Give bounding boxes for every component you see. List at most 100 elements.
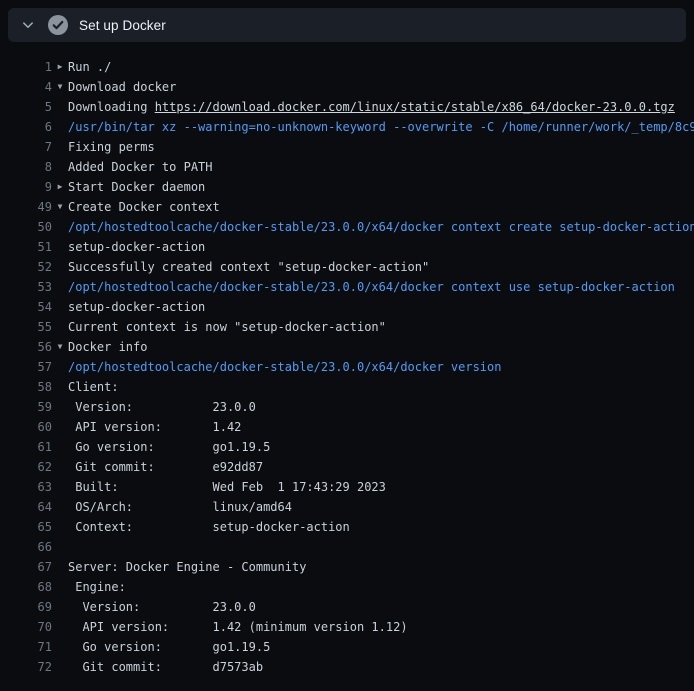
caret-spacer [52,397,68,417]
line-number[interactable]: 72 [0,657,52,677]
log-plain-text: Successfully created context "setup-dock… [68,260,429,274]
check-circle-icon [48,15,68,35]
line-number[interactable]: 54 [0,297,52,317]
log-text: /usr/bin/tar xz --warning=no-unknown-key… [68,117,694,137]
line-number[interactable]: 71 [0,637,52,657]
log-plain-text: Version: 23.0.0 [68,400,256,414]
line-number[interactable]: 63 [0,477,52,497]
log-line: 5 Downloading https://download.docker.com… [0,97,694,117]
line-number[interactable]: 8 [0,157,52,177]
log-container: 1▶Run ./4▼Download docker5Downloading ht… [0,42,694,677]
log-group-title[interactable]: Start Docker daemon [68,177,694,197]
log-line: 1▶Run ./ [0,57,694,77]
log-text: OS/Arch: linux/amd64 [68,497,694,517]
log-line: 58 Client: [0,377,694,397]
log-line: 56▼Docker info [0,337,694,357]
line-number[interactable]: 59 [0,397,52,417]
log-link[interactable]: https://download.docker.com/linux/static… [155,100,675,114]
line-number[interactable]: 69 [0,597,52,617]
chevron-down-icon[interactable] [20,17,36,33]
caret-spacer [52,537,68,557]
log-plain-text: Git commit: d7573ab [68,660,263,674]
caret-spacer [52,457,68,477]
log-plain-text: API version: 1.42 [68,420,241,434]
line-number[interactable]: 68 [0,577,52,597]
log-text: API version: 1.42 (minimum version 1.12) [68,617,694,637]
log-line: 65 Context: setup-docker-action [0,517,694,537]
line-number[interactable]: 53 [0,277,52,297]
line-number[interactable]: 61 [0,437,52,457]
line-number[interactable]: 6 [0,117,52,137]
log-plain-text: Download docker [68,80,176,94]
log-text: Added Docker to PATH [68,157,694,177]
log-line: 51 setup-docker-action [0,237,694,257]
log-plain-text: Fixing perms [68,140,155,154]
log-plain-text: Downloading [68,100,155,114]
log-group-title[interactable]: Download docker [68,77,694,97]
line-number[interactable]: 56 [0,337,52,357]
log-group-title[interactable]: Create Docker context [68,197,694,217]
log-line: 50/opt/hostedtoolcache/docker-stable/23.… [0,217,694,237]
line-number[interactable]: 67 [0,557,52,577]
log-line: 66 [0,537,694,557]
caret-spacer [52,437,68,457]
log-plain-text: Go version: go1.19.5 [68,640,270,654]
line-number[interactable]: 57 [0,357,52,377]
log-command-text: /opt/hostedtoolcache/docker-stable/23.0.… [68,280,675,294]
log-line: 67 Server: Docker Engine - Community [0,557,694,577]
triangle-down-icon[interactable]: ▼ [52,197,68,217]
caret-spacer [52,357,68,377]
log-line: 60 API version: 1.42 [0,417,694,437]
line-number[interactable]: 64 [0,497,52,517]
line-number[interactable]: 58 [0,377,52,397]
log-line: 72 Git commit: d7573ab [0,657,694,677]
triangle-right-icon[interactable]: ▶ [52,177,68,197]
caret-spacer [52,97,68,117]
log-line: 53/opt/hostedtoolcache/docker-stable/23.… [0,277,694,297]
triangle-right-icon[interactable]: ▶ [52,57,68,77]
log-line: 69 Version: 23.0.0 [0,597,694,617]
caret-spacer [52,257,68,277]
log-group-title[interactable]: Run ./ [68,57,694,77]
line-number[interactable]: 4 [0,77,52,97]
log-plain-text: Go version: go1.19.5 [68,440,270,454]
log-line: 68 Engine: [0,577,694,597]
triangle-down-icon[interactable]: ▼ [52,77,68,97]
log-line: 63 Built: Wed Feb 1 17:43:29 2023 [0,477,694,497]
line-number[interactable]: 9 [0,177,52,197]
line-number[interactable]: 49 [0,197,52,217]
log-text: Successfully created context "setup-dock… [68,257,694,277]
line-number[interactable]: 7 [0,137,52,157]
line-number[interactable]: 65 [0,517,52,537]
line-number[interactable]: 55 [0,317,52,337]
line-number[interactable]: 51 [0,237,52,257]
log-plain-text: Context: setup-docker-action [68,520,350,534]
log-line: 9▶Start Docker daemon [0,177,694,197]
log-line: 62 Git commit: e92dd87 [0,457,694,477]
line-number[interactable]: 50 [0,217,52,237]
line-number[interactable]: 5 [0,97,52,117]
caret-spacer [52,497,68,517]
step-header[interactable]: Set up Docker [8,8,686,42]
caret-spacer [52,237,68,257]
line-number[interactable]: 70 [0,617,52,637]
line-number[interactable]: 1 [0,57,52,77]
log-plain-text: Current context is now "setup-docker-act… [68,320,386,334]
log-text: Server: Docker Engine - Community [68,557,694,577]
line-number[interactable]: 62 [0,457,52,477]
log-text: Go version: go1.19.5 [68,437,694,457]
triangle-down-icon[interactable]: ▼ [52,337,68,357]
line-number[interactable]: 52 [0,257,52,277]
log-plain-text: Added Docker to PATH [68,160,213,174]
log-text: setup-docker-action [68,237,694,257]
log-text: Client: [68,377,694,397]
caret-spacer [52,477,68,497]
log-plain-text: setup-docker-action [68,240,205,254]
log-line: 59 Version: 23.0.0 [0,397,694,417]
line-number[interactable]: 66 [0,537,52,557]
log-text: Version: 23.0.0 [68,397,694,417]
line-number[interactable]: 60 [0,417,52,437]
log-line: 57/opt/hostedtoolcache/docker-stable/23.… [0,357,694,377]
log-text: /opt/hostedtoolcache/docker-stable/23.0.… [68,277,694,297]
log-group-title[interactable]: Docker info [68,337,694,357]
